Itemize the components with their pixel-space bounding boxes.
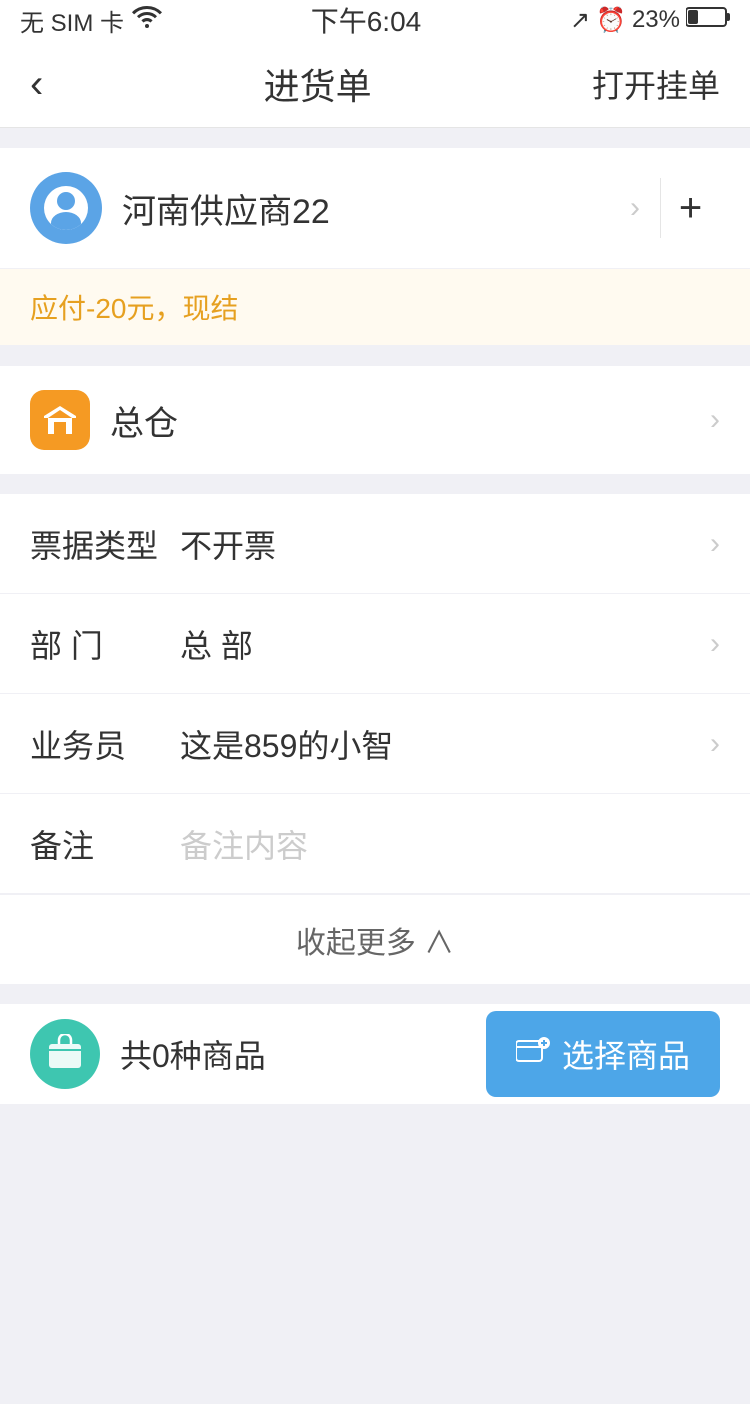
page-title: 进货单 xyxy=(264,58,372,110)
collapse-button[interactable]: 收起更多 ∧ xyxy=(0,894,750,984)
status-time: 下午6:04 xyxy=(311,0,422,40)
warehouse-name: 总仓 xyxy=(110,396,710,445)
status-left: 无 SIM 卡 xyxy=(20,3,162,38)
product-section: 共0种商品 选择商品 xyxy=(0,1004,750,1104)
status-bar: 无 SIM 卡 下午6:04 ↗ ⏰ 23% xyxy=(0,0,750,40)
nav-bar: ‹ 进货单 打开挂单 xyxy=(0,40,750,128)
signal-text: 无 SIM 卡 xyxy=(20,3,124,38)
supplier-notice: 应付-20元，现结 xyxy=(0,269,750,345)
salesperson-chevron-icon: › xyxy=(710,727,720,761)
salesperson-label: 业务员 xyxy=(30,721,170,767)
supplier-name: 河南供应商22 xyxy=(122,184,630,233)
invoice-type-value: 不开票 xyxy=(170,521,710,567)
supplier-row[interactable]: 河南供应商22 › + xyxy=(0,148,750,269)
warehouse-row[interactable]: 总仓 › xyxy=(0,365,750,474)
department-label: 部 门 xyxy=(30,621,170,667)
supplier-avatar xyxy=(30,172,102,244)
supplier-section: 河南供应商22 › + 应付-20元，现结 xyxy=(0,148,750,345)
salesperson-row[interactable]: 业务员 这是859的小智 › xyxy=(0,694,750,794)
avatar-icon xyxy=(44,186,88,230)
battery-text: 23% xyxy=(632,6,680,34)
battery-icon xyxy=(686,6,730,35)
section-gap-2 xyxy=(0,345,750,365)
add-supplier-button[interactable]: + xyxy=(660,178,720,238)
warehouse-chevron-icon: › xyxy=(710,403,720,437)
remark-input[interactable]: 备注内容 xyxy=(170,821,720,867)
invoice-type-row[interactable]: 票据类型 不开票 › xyxy=(0,494,750,594)
location-icon: ↗ xyxy=(570,6,590,35)
product-count: 共0种商品 xyxy=(120,1031,486,1077)
alarm-icon: ⏰ xyxy=(596,6,626,35)
department-chevron-icon: › xyxy=(710,627,720,661)
section-gap-1 xyxy=(0,128,750,148)
wifi-icon xyxy=(132,6,162,35)
warehouse-section: 总仓 › xyxy=(0,365,750,474)
warehouse-icon xyxy=(30,390,90,450)
back-button[interactable]: ‹ xyxy=(30,64,43,104)
supplier-chevron-icon: › xyxy=(630,191,640,225)
remark-row[interactable]: 备注 备注内容 xyxy=(0,794,750,894)
section-gap-3 xyxy=(0,474,750,494)
select-product-label: 选择商品 xyxy=(562,1031,690,1077)
page-background xyxy=(0,1104,750,1404)
select-product-button[interactable]: 选择商品 xyxy=(486,1011,720,1097)
invoice-type-chevron-icon: › xyxy=(710,527,720,561)
status-right: ↗ ⏰ 23% xyxy=(570,6,730,35)
collapse-label: 收起更多 ∧ xyxy=(296,918,454,962)
department-row[interactable]: 部 门 总 部 › xyxy=(0,594,750,694)
remark-label: 备注 xyxy=(30,821,170,867)
invoice-type-label: 票据类型 xyxy=(30,521,170,567)
select-product-icon xyxy=(516,1036,550,1073)
salesperson-value: 这是859的小智 xyxy=(170,721,710,767)
product-icon xyxy=(30,1019,100,1089)
department-value: 总 部 xyxy=(170,621,710,667)
open-pending-button[interactable]: 打开挂单 xyxy=(592,61,720,107)
form-section: 票据类型 不开票 › 部 门 总 部 › 业务员 这是859的小智 › 备注 备… xyxy=(0,494,750,984)
